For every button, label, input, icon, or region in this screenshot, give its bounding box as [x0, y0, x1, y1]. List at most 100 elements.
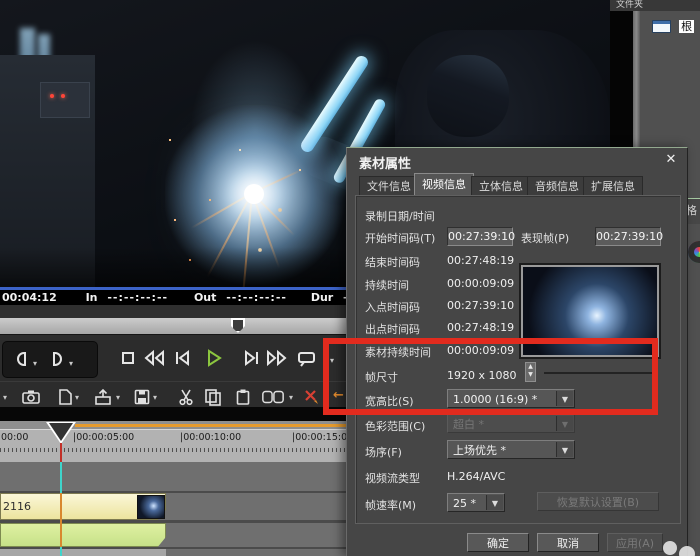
tab-file-info[interactable]: 文件信息 [359, 176, 419, 195]
panel-divider[interactable] [633, 11, 640, 147]
close-icon[interactable]: ✕ [661, 151, 681, 168]
in-timecode-value: 00:27:39:10 [447, 299, 514, 312]
dur-label: Dur [311, 290, 333, 305]
spark-dots [150, 110, 320, 270]
chevron-down-icon: ▼ [556, 442, 573, 457]
chevron-down-icon[interactable]: ▾ [3, 394, 7, 402]
mixer-strip [0, 549, 166, 556]
new-sequence-button[interactable] [53, 385, 77, 409]
paste-button[interactable] [231, 385, 255, 409]
stop-button[interactable] [116, 346, 140, 370]
chevron-down-icon[interactable]: ▾ [33, 360, 37, 368]
root-folder-item[interactable]: 根 [652, 16, 694, 35]
out-point-flag-icon [53, 352, 62, 366]
frame-rate-value: 25 * [453, 497, 476, 510]
color-range-dropdown: 超白 * ▼ [447, 414, 575, 433]
record-datetime-label: 录制日期/时间 [365, 208, 435, 224]
rewind-button[interactable] [142, 346, 166, 370]
in-value: --:--:--:-- [107, 290, 168, 305]
folder-icon [652, 20, 671, 33]
apply-button: 应用(A) [607, 533, 663, 552]
ruler-label: 00:00 [1, 432, 28, 443]
tab-extended-info[interactable]: 扩展信息 [583, 176, 643, 195]
reset-defaults-button: 恢复默认设置(B) [537, 492, 659, 511]
fast-forward-button[interactable] [265, 346, 289, 370]
double-frame-icon [261, 388, 285, 406]
duration-value: 00:00:09:09 [447, 277, 514, 290]
clipboard-icon [234, 388, 252, 406]
save-floppy-icon [133, 388, 151, 406]
cut-button[interactable] [174, 385, 198, 409]
set-in-point-button[interactable] [17, 352, 26, 366]
step-back-icon [171, 347, 193, 369]
color-range-label: 色彩范围(C) [365, 418, 425, 434]
chevron-down-icon[interactable]: ▾ [289, 394, 293, 402]
app-window: 文件夹 根 格 00:04:12 In --:--:--:-- Out --:-… [0, 0, 700, 556]
cancel-button[interactable]: 取消 [537, 533, 599, 552]
play-button[interactable] [201, 346, 225, 370]
chevron-down-icon: ▼ [556, 416, 573, 431]
frame-rate-label: 帧速率(M) [365, 497, 416, 513]
start-timecode-field[interactable]: 00:27:39:10 [447, 227, 513, 246]
ruler-label: |00:00:05:00 [73, 432, 134, 443]
chevron-down-icon[interactable]: ▾ [69, 360, 73, 368]
frame-rate-dropdown[interactable]: 25 * ▼ [447, 493, 505, 512]
indicator-led [61, 94, 65, 98]
in-label: In [86, 290, 98, 305]
tab-video-info[interactable]: 视频信息 [414, 173, 474, 195]
arc-core [244, 184, 264, 204]
clip-thumbnail [137, 495, 165, 519]
out-label: Out [194, 290, 216, 305]
stream-type-value: H.264/AVC [447, 470, 505, 483]
color-range-value: 超白 * [453, 418, 484, 431]
in-point-flag-icon [17, 352, 26, 366]
track-playhead-line-over-clip [60, 493, 62, 547]
copy-icon [203, 388, 223, 406]
rewind-icon [142, 347, 166, 369]
field-order-value: 上场优先 * [453, 444, 506, 457]
delete-x-icon [302, 388, 322, 406]
inout-marker-group: ▾ ▾ [2, 341, 98, 378]
chevron-down-icon[interactable]: ▾ [116, 394, 120, 402]
step-forward-button[interactable] [240, 346, 264, 370]
chevron-down-icon[interactable]: ▾ [75, 394, 79, 402]
tab-audio-info[interactable]: 音频信息 [527, 176, 587, 195]
end-timecode-value: 00:27:48:19 [447, 254, 514, 267]
out-timecode-value: 00:27:48:19 [447, 321, 514, 334]
snapshot-button[interactable] [19, 385, 43, 409]
ok-button[interactable]: 确定 [467, 533, 529, 552]
step-back-button[interactable] [170, 346, 194, 370]
control-box [40, 82, 90, 118]
out-timecode-label: 出点时间码 [365, 321, 420, 337]
export-button[interactable] [91, 385, 115, 409]
copy-button[interactable] [201, 385, 225, 409]
seek-position-marker[interactable] [231, 318, 245, 333]
root-folder-label: 根 [679, 20, 694, 33]
chevron-down-icon[interactable]: ▾ [153, 394, 157, 402]
play-icon [202, 347, 224, 369]
fast-forward-icon [265, 347, 289, 369]
out-value: --:--:--:-- [226, 290, 287, 305]
bin-tree-area [610, 11, 633, 147]
save-button[interactable] [130, 385, 154, 409]
duration-label: 持续时间 [365, 277, 409, 293]
ripple-delete-button[interactable] [300, 385, 324, 409]
app-logo-icon [688, 241, 700, 263]
new-document-icon [57, 388, 73, 406]
welding-helmet [427, 55, 509, 137]
field-order-dropdown[interactable]: 上场优先 * ▼ [447, 440, 575, 459]
duplicate-button[interactable] [261, 385, 285, 409]
display-frame-field[interactable]: 00:27:39:10 [595, 227, 661, 246]
set-out-point-button[interactable] [53, 352, 62, 366]
chevron-down-icon: ▼ [486, 495, 503, 510]
ruler-label: |00:00:15:00 [292, 432, 353, 443]
stop-icon [117, 347, 139, 369]
dialog-title: 素材属性 [359, 153, 411, 172]
step-forward-icon [241, 347, 263, 369]
display-frame-label: 表现帧(P) [521, 230, 569, 246]
loop-play-button[interactable] [295, 346, 319, 370]
loop-icon [295, 347, 319, 369]
audio-clip[interactable] [0, 523, 166, 547]
tab-stereo-info[interactable]: 立体信息 [471, 176, 531, 195]
export-icon [93, 388, 113, 406]
